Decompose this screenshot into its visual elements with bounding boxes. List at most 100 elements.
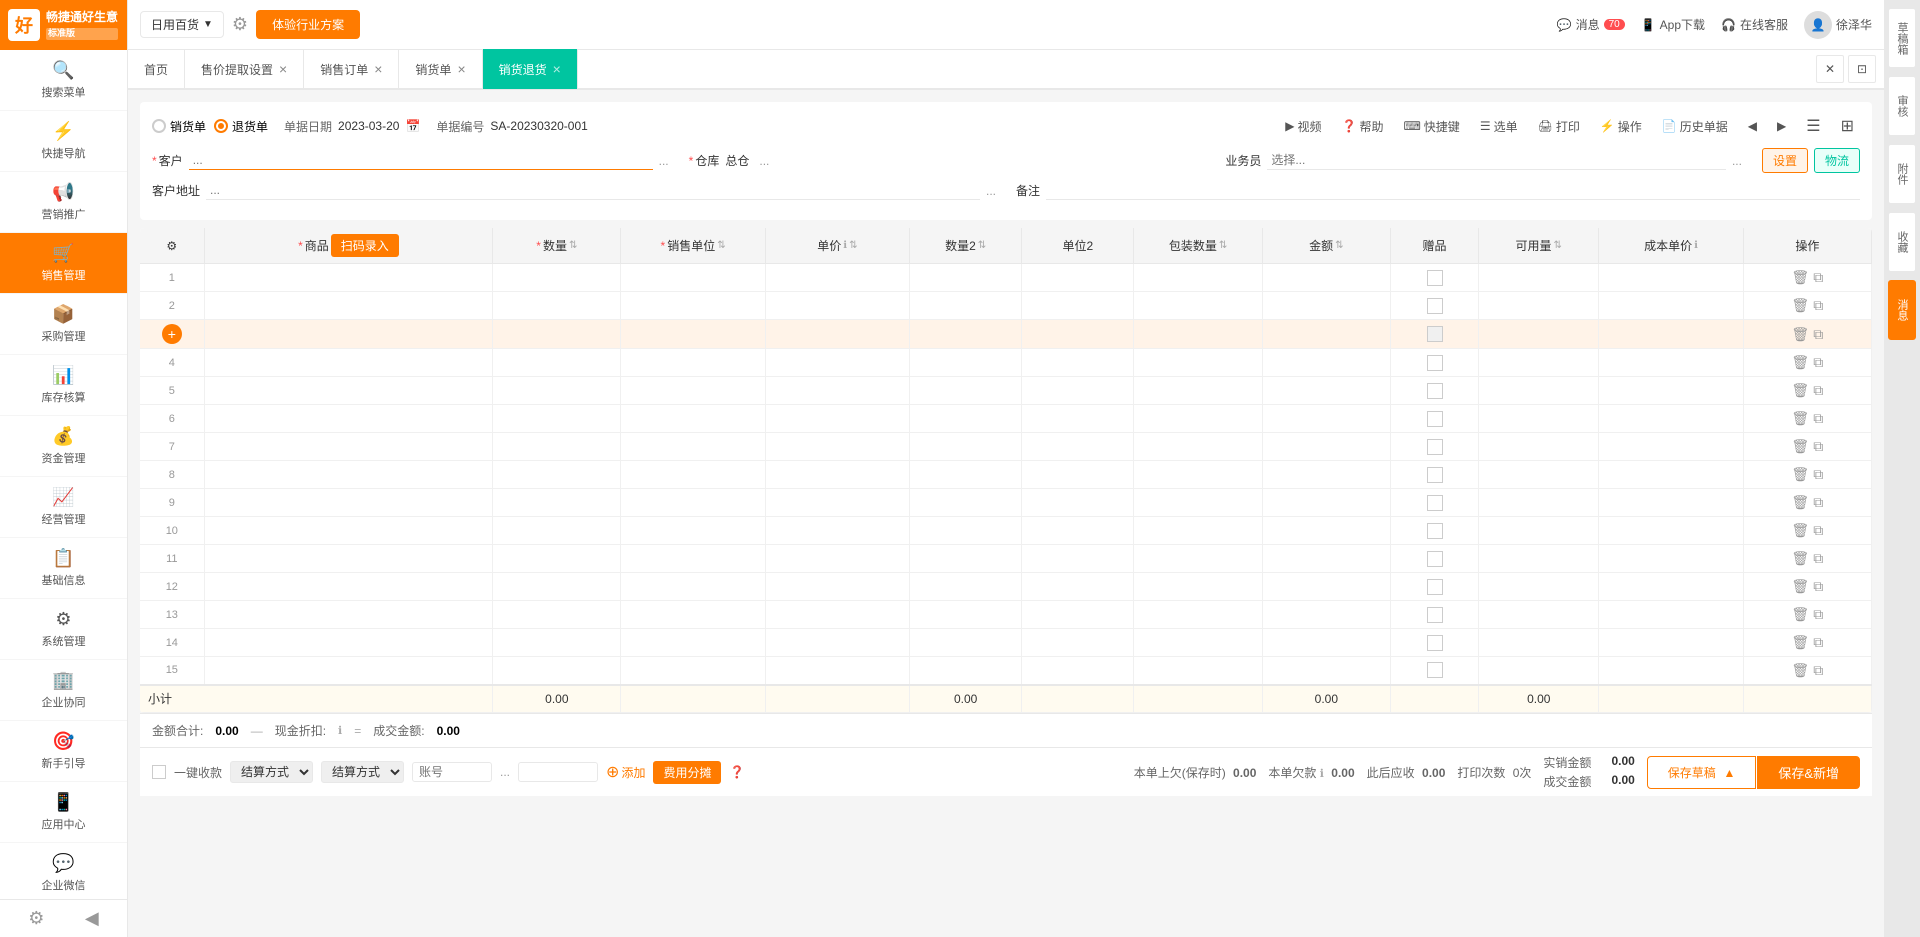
sidebar-item-finance[interactable]: 💰 资金管理 — [0, 416, 127, 477]
copy-icon-15[interactable]: ⧉ — [1813, 662, 1823, 679]
account-input[interactable] — [412, 762, 492, 782]
tab-close-sales-return[interactable]: × — [553, 61, 561, 77]
rp-draft-btn[interactable]: 草稿箱 — [1888, 8, 1916, 68]
tab-sales-delivery[interactable]: 销货单 × — [399, 49, 482, 89]
gift-checkbox-6[interactable] — [1427, 411, 1443, 427]
price-sort-icon[interactable]: ⇅ — [849, 240, 857, 251]
gift-checkbox-1[interactable] — [1427, 270, 1443, 286]
sidebar-item-shortcut[interactable]: ⚡ 快捷导航 — [0, 111, 127, 172]
customer-dots-btn[interactable]: ... — [659, 154, 669, 168]
gift-checkbox-13[interactable] — [1427, 607, 1443, 623]
gift-checkbox-5[interactable] — [1427, 383, 1443, 399]
delete-icon-2[interactable]: 🗑 — [1791, 297, 1809, 314]
delete-icon-10[interactable]: 🗑 — [1791, 522, 1809, 539]
gift-checkbox-7[interactable] — [1427, 439, 1443, 455]
product-input-active[interactable] — [209, 327, 489, 341]
gift-checkbox-active[interactable] — [1427, 326, 1443, 342]
copy-icon-9[interactable]: ⧉ — [1813, 494, 1823, 511]
radio-delivery[interactable]: 销货单 — [152, 118, 206, 135]
sidebar-item-enterprise[interactable]: 🏢 企业协同 — [0, 660, 127, 721]
tab-sales-order[interactable]: 销售订单 × — [304, 49, 399, 89]
amount-input[interactable] — [518, 762, 598, 782]
gift-checkbox-4[interactable] — [1427, 355, 1443, 371]
sidebar-item-inventory[interactable]: 📊 库存核算 — [0, 355, 127, 416]
copy-icon-13[interactable]: ⧉ — [1813, 606, 1823, 623]
message-btn[interactable]: 💬 消息 70 — [1557, 16, 1625, 33]
calendar-icon[interactable]: 📅 — [405, 119, 420, 133]
settlement-select[interactable]: 结算方式 — [230, 761, 313, 783]
fee-split-btn[interactable]: 费用分摊 — [653, 761, 721, 784]
sidebar-item-marketing[interactable]: 📢 营销推广 — [0, 172, 127, 233]
delete-icon-8[interactable]: 🗑 — [1791, 466, 1809, 483]
th-amount[interactable]: 金额 ⇅ — [1262, 228, 1390, 264]
tab-close-sales-delivery[interactable]: × — [457, 61, 465, 77]
tab-sales-return[interactable]: 销货退货 × — [483, 49, 578, 89]
sidebar-collapse-icon[interactable]: ◀ — [85, 908, 99, 929]
copy-icon-4[interactable]: ⧉ — [1813, 354, 1823, 371]
sidebar-item-sales[interactable]: 🛒 销售管理 — [0, 233, 127, 294]
sidebar-item-appstore[interactable]: 📱 应用中心 — [0, 782, 127, 843]
sidebar-item-basic[interactable]: 📋 基础信息 — [0, 538, 127, 599]
history-btn[interactable]: 📄 历史单据 — [1656, 116, 1734, 137]
trial-btn[interactable]: 体验行业方案 — [256, 10, 360, 39]
th-qty[interactable]: * 数量 ⇅ — [493, 228, 621, 264]
th-pack[interactable]: 包装数量 ⇅ — [1134, 228, 1262, 264]
tab-close-price[interactable]: × — [279, 61, 287, 77]
delete-icon-active[interactable]: 🗑 — [1791, 326, 1809, 343]
th-qty2[interactable]: 数量2 ⇅ — [910, 228, 1022, 264]
nav-next-btn[interactable]: ▶ — [1771, 117, 1792, 135]
gift-checkbox-9[interactable] — [1427, 495, 1443, 511]
copy-icon-12[interactable]: ⧉ — [1813, 578, 1823, 595]
industry-dropdown[interactable]: 日用百货 ▼ — [140, 11, 224, 38]
copy-icon-10[interactable]: ⧉ — [1813, 522, 1823, 539]
save-draft-btn[interactable]: 保存草稿 ▲ — [1647, 756, 1757, 789]
copy-icon-5[interactable]: ⧉ — [1813, 382, 1823, 399]
tab-close-all-btn[interactable]: ✕ — [1816, 55, 1844, 83]
rp-message-btn[interactable]: 消息 — [1888, 280, 1916, 340]
add-row-btn[interactable]: + — [162, 324, 182, 344]
delete-icon-1[interactable]: 🗑 — [1791, 269, 1809, 286]
copy-icon-8[interactable]: ⧉ — [1813, 466, 1823, 483]
summary-select[interactable]: 结算方式 — [321, 761, 404, 783]
amount-sort-icon[interactable]: ⇅ — [1335, 240, 1343, 251]
gift-checkbox-11[interactable] — [1427, 551, 1443, 567]
qty-sort-icon[interactable]: ⇅ — [569, 240, 577, 251]
copy-icon-6[interactable]: ⧉ — [1813, 410, 1823, 427]
customer-input[interactable] — [189, 151, 653, 170]
sidebar-item-newbie[interactable]: 🎯 新手引导 — [0, 721, 127, 782]
copy-icon-11[interactable]: ⧉ — [1813, 550, 1823, 567]
delete-icon-14[interactable]: 🗑 — [1791, 634, 1809, 651]
sidebar-settings-icon[interactable]: ⚙ — [28, 908, 44, 929]
customer-addr-input[interactable] — [206, 181, 980, 200]
settings-icon[interactable]: ⚙ — [232, 14, 248, 35]
rp-favorite-btn[interactable]: 收藏 — [1888, 212, 1916, 272]
th-product[interactable]: * 商品 扫码录入 — [204, 228, 493, 264]
th-sales-unit[interactable]: * 销售单位 ⇅ — [621, 228, 765, 264]
remark-input[interactable] — [1046, 181, 1860, 200]
addr-dots-btn[interactable]: ... — [986, 184, 996, 198]
salesperson-input[interactable] — [1267, 151, 1726, 170]
tab-price-settings[interactable]: 售价提取设置 × — [185, 49, 304, 89]
select-btn[interactable]: ☰ 选单 — [1474, 116, 1524, 137]
th-cost[interactable]: 成本单价 ℹ — [1599, 228, 1743, 264]
tab-close-sales-order[interactable]: × — [374, 61, 382, 77]
nav-prev-btn[interactable]: ◀ — [1742, 117, 1763, 135]
gift-checkbox-15[interactable] — [1427, 662, 1443, 678]
th-available[interactable]: 可用量 ⇅ — [1479, 228, 1599, 264]
delete-icon-5[interactable]: 🗑 — [1791, 382, 1809, 399]
view-grid-btn[interactable]: ⊞ — [1835, 114, 1860, 138]
rp-audit-btn[interactable]: 审核 — [1888, 76, 1916, 136]
online-service-btn[interactable]: 🎧 在线客服 — [1721, 16, 1788, 33]
logistics-small-btn[interactable]: 物流 — [1814, 148, 1860, 173]
gift-checkbox-14[interactable] — [1427, 635, 1443, 651]
delete-icon-12[interactable]: 🗑 — [1791, 578, 1809, 595]
shortcut-btn[interactable]: ⌨ 快捷键 — [1397, 116, 1465, 137]
th-price[interactable]: 单价 ℹ ⇅ — [765, 228, 909, 264]
copy-icon-7[interactable]: ⧉ — [1813, 438, 1823, 455]
add-payment-btn[interactable]: ⊕ 添加 — [606, 762, 645, 782]
copy-icon-2[interactable]: ⧉ — [1813, 297, 1823, 314]
delete-icon-7[interactable]: 🗑 — [1791, 438, 1809, 455]
delete-icon-11[interactable]: 🗑 — [1791, 550, 1809, 567]
gift-checkbox-8[interactable] — [1427, 467, 1443, 483]
rp-attach-btn[interactable]: 附件 — [1888, 144, 1916, 204]
